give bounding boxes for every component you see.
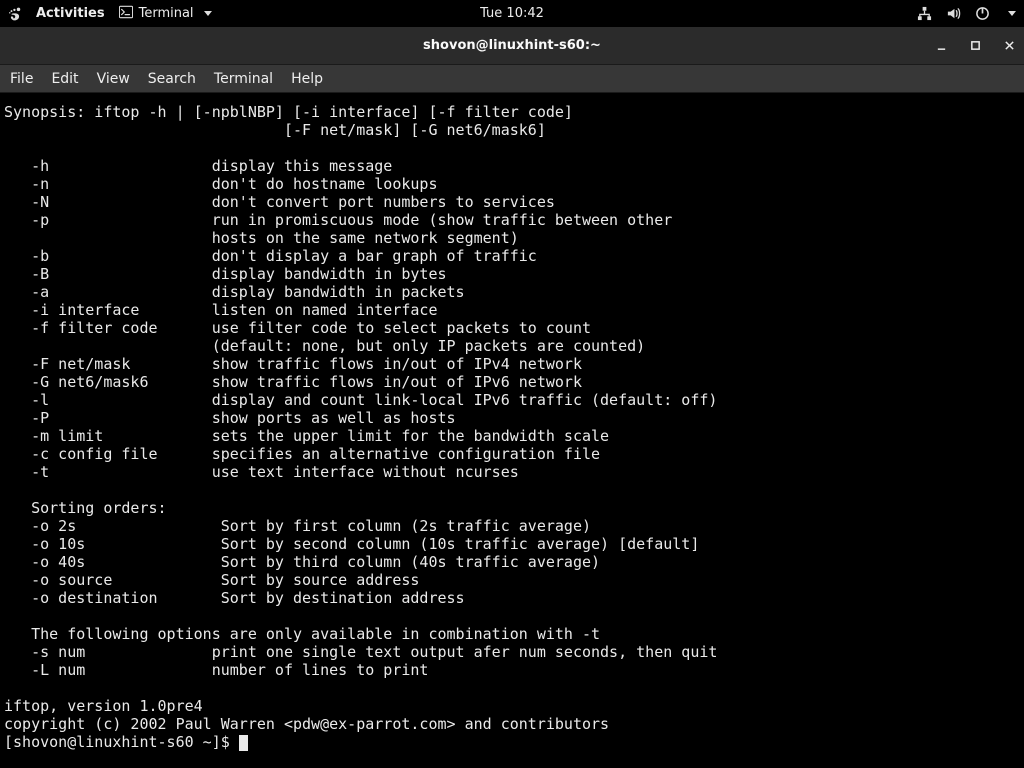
menu-help[interactable]: Help	[291, 71, 323, 87]
menu-edit[interactable]: Edit	[51, 71, 78, 87]
app-menu[interactable]: Terminal	[119, 5, 212, 23]
chevron-down-icon	[1008, 11, 1016, 16]
shell-prompt: [shovon@linuxhint-s60 ~]$	[4, 733, 239, 751]
menu-search[interactable]: Search	[148, 71, 196, 87]
cursor	[239, 735, 248, 751]
maximize-button[interactable]	[966, 37, 984, 55]
window-title: shovon@linuxhint-s60:~	[423, 38, 601, 53]
terminal-icon	[119, 5, 133, 23]
menubar: File Edit View Search Terminal Help	[0, 65, 1024, 93]
chevron-down-icon	[204, 11, 212, 16]
window-titlebar: shovon@linuxhint-s60:~	[0, 27, 1024, 65]
minimize-button[interactable]	[932, 37, 950, 55]
app-menu-label: Terminal	[139, 6, 194, 21]
clock[interactable]: Tue 10:42	[480, 6, 544, 21]
terminal-window: shovon@linuxhint-s60:~ File Edit View Se…	[0, 27, 1024, 755]
gnome-logo-icon	[8, 7, 22, 21]
menu-view[interactable]: View	[97, 71, 130, 87]
power-icon[interactable]	[975, 6, 990, 21]
activities-button[interactable]: Activities	[36, 6, 105, 21]
close-button[interactable]	[1000, 37, 1018, 55]
network-icon[interactable]	[917, 6, 932, 21]
menu-file[interactable]: File	[10, 71, 33, 87]
menu-terminal[interactable]: Terminal	[214, 71, 273, 87]
terminal-output[interactable]: Synopsis: iftop -h | [-npblNBP] [-i inte…	[0, 93, 1024, 755]
desktop-topbar: Activities Terminal Tue 10:42	[0, 0, 1024, 27]
volume-icon[interactable]	[946, 6, 961, 21]
